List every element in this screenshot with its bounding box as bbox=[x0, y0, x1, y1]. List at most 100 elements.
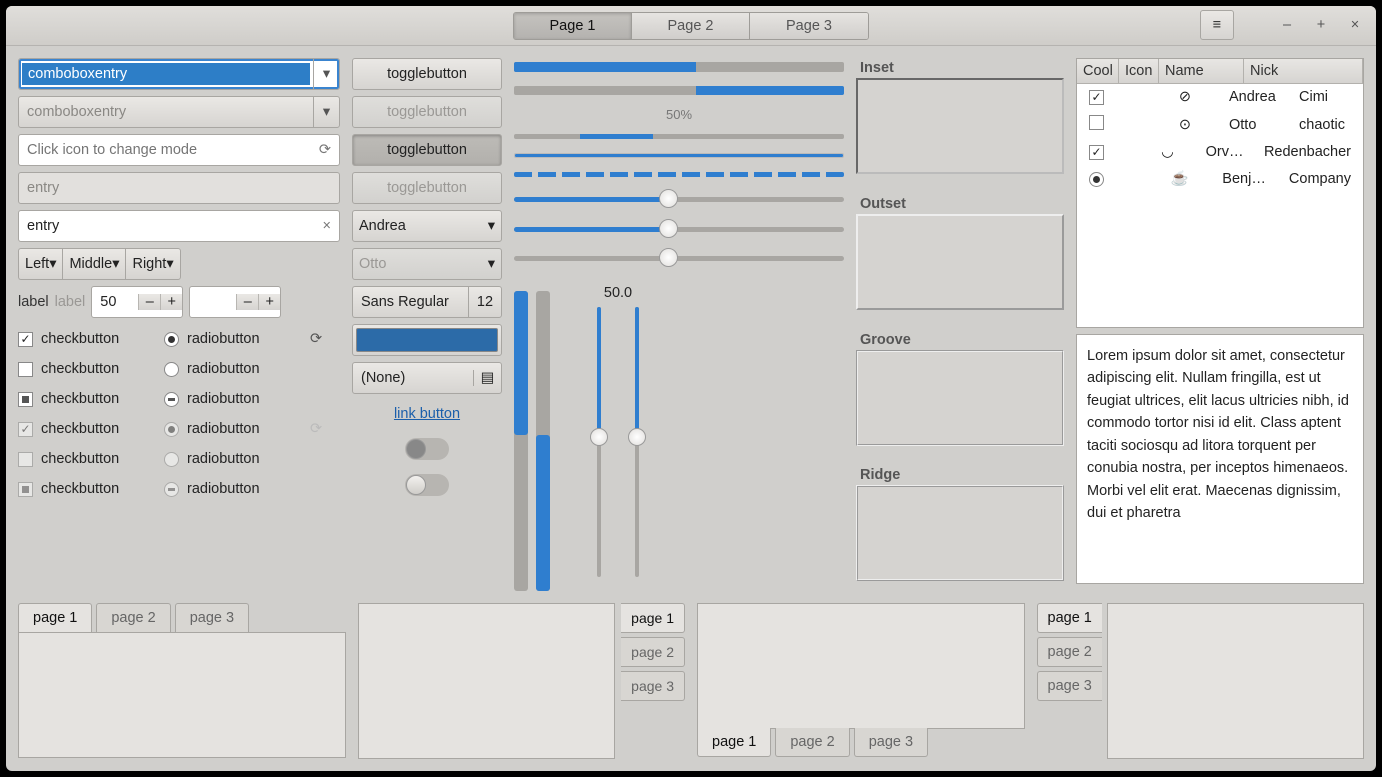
togglebutton[interactable]: togglebutton bbox=[352, 58, 502, 90]
col-name[interactable]: Name bbox=[1159, 59, 1244, 83]
hscale-marks[interactable] bbox=[514, 246, 844, 279]
treeview-header: Cool Icon Name Nick bbox=[1077, 59, 1363, 84]
checkbutton[interactable] bbox=[18, 332, 33, 347]
spin-plus[interactable]: + bbox=[160, 294, 182, 310]
progress-text: 50% bbox=[514, 107, 844, 122]
table-row[interactable]: ⊙ Otto chaotic bbox=[1077, 110, 1363, 139]
dropdown-otto: Otto▾ bbox=[352, 248, 502, 280]
segment-middle[interactable]: Middle▾ bbox=[62, 248, 125, 280]
treeview[interactable]: Cool Icon Name Nick ⊘ Andrea Cimi ⊙ bbox=[1076, 58, 1364, 328]
row-check[interactable] bbox=[1089, 115, 1104, 130]
header-tab-page3[interactable]: Page 3 bbox=[750, 13, 868, 39]
radio-label: radiobutton bbox=[187, 451, 260, 467]
checkbutton-disabled bbox=[18, 422, 33, 437]
column-frames: Inset Outset Groove Ridge bbox=[856, 58, 1064, 595]
table-row[interactable]: ☕ Benja… Company bbox=[1077, 165, 1363, 192]
entry-clearable-input[interactable] bbox=[27, 218, 323, 234]
nb-tab[interactable]: page 3 bbox=[621, 671, 685, 701]
vscale[interactable] bbox=[594, 307, 604, 577]
nb-tab[interactable]: page 2 bbox=[775, 728, 849, 757]
row-icon: ⊙ bbox=[1153, 117, 1217, 133]
spin-value[interactable]: 50 bbox=[92, 294, 138, 310]
header-tab-page1[interactable]: Page 1 bbox=[514, 13, 632, 39]
row-nick: Company bbox=[1283, 171, 1357, 187]
vscale[interactable] bbox=[632, 307, 642, 577]
close-button[interactable]: × bbox=[1338, 10, 1372, 40]
switch-on[interactable] bbox=[405, 438, 449, 460]
textview[interactable]: Lorem ipsum dolor sit amet, consectetur … bbox=[1076, 334, 1364, 584]
progressbar bbox=[514, 62, 844, 72]
entry-disabled-text: entry bbox=[27, 180, 59, 196]
top-area: comboboxentry ▾ comboboxentry ▾ ⟳ entry … bbox=[18, 58, 1364, 595]
nb-tab[interactable]: page 1 bbox=[621, 603, 685, 633]
table-row[interactable]: ◡ Orville Redenbacher bbox=[1077, 139, 1363, 165]
font-name[interactable]: Sans Regular bbox=[352, 286, 468, 318]
frame-title: Ridge bbox=[856, 465, 1064, 485]
font-button[interactable]: Sans Regular 12 bbox=[352, 286, 502, 318]
nb-tab[interactable]: page 2 bbox=[1037, 637, 1102, 667]
comboboxentry[interactable]: comboboxentry ▾ bbox=[18, 58, 340, 90]
refresh-icon[interactable]: ⟳ bbox=[319, 142, 331, 158]
clear-icon[interactable]: × bbox=[323, 218, 331, 234]
nb-tab[interactable]: page 3 bbox=[175, 603, 249, 632]
col-icon[interactable]: Icon bbox=[1119, 59, 1159, 83]
menu-button[interactable]: ≡ bbox=[1200, 10, 1234, 40]
togglebutton-active[interactable]: togglebutton bbox=[352, 134, 502, 166]
vscale-group: 50.0 bbox=[580, 285, 656, 577]
file-label: (None) bbox=[353, 370, 473, 386]
nb-tab[interactable]: page 2 bbox=[621, 637, 685, 667]
nb-tab[interactable]: page 1 bbox=[18, 603, 92, 632]
frame-outset: Outset bbox=[856, 194, 1064, 316]
radiobutton-mixed[interactable] bbox=[164, 392, 179, 407]
checkbutton-mixed[interactable] bbox=[18, 392, 33, 407]
nb-tab[interactable]: page 1 bbox=[697, 728, 771, 757]
font-size[interactable]: 12 bbox=[468, 286, 502, 318]
entry-mode-input[interactable] bbox=[27, 142, 319, 158]
row-name: Otto bbox=[1223, 117, 1287, 133]
frame-groove: Groove bbox=[856, 330, 1064, 452]
color-button[interactable] bbox=[352, 324, 502, 356]
checkbutton-disabled bbox=[18, 452, 33, 467]
radio-label: radiobutton bbox=[187, 391, 260, 407]
entry-clearable[interactable]: × bbox=[18, 210, 340, 242]
chevron-down-icon[interactable]: ▾ bbox=[313, 59, 339, 89]
row-check[interactable] bbox=[1089, 145, 1104, 160]
spin-button[interactable]: 50 – + bbox=[91, 286, 183, 318]
radiobutton[interactable] bbox=[164, 332, 179, 347]
segment-left[interactable]: Left▾ bbox=[18, 248, 62, 280]
link-button[interactable]: link button bbox=[352, 400, 502, 428]
file-chooser[interactable]: (None) ▤ bbox=[352, 362, 502, 394]
radiobutton[interactable] bbox=[164, 362, 179, 377]
hscale[interactable] bbox=[514, 217, 844, 240]
col-cool[interactable]: Cool bbox=[1077, 59, 1119, 83]
header-tab-page2[interactable]: Page 2 bbox=[632, 13, 750, 39]
row-check[interactable] bbox=[1089, 90, 1104, 105]
notebook-top: page 1 page 2 page 3 bbox=[18, 603, 346, 763]
table-row[interactable]: ⊘ Andrea Cimi bbox=[1077, 84, 1363, 110]
nb-tab[interactable]: page 2 bbox=[96, 603, 170, 632]
spinner-icon: ⟳ bbox=[310, 421, 322, 437]
label-disabled: label bbox=[55, 288, 86, 316]
entry-mode[interactable]: ⟳ bbox=[18, 134, 340, 166]
nb-body bbox=[1107, 603, 1365, 759]
comboboxentry-text[interactable]: comboboxentry bbox=[22, 63, 310, 85]
segment-right[interactable]: Right▾ bbox=[125, 248, 180, 280]
spin-minus: – bbox=[236, 294, 258, 310]
switch-off[interactable] bbox=[405, 474, 449, 496]
spin-minus[interactable]: – bbox=[138, 294, 160, 310]
nb-tab[interactable]: page 1 bbox=[1037, 603, 1102, 633]
row-radio[interactable] bbox=[1089, 172, 1104, 187]
checkbutton[interactable] bbox=[18, 362, 33, 377]
column-view: Cool Icon Name Nick ⊘ Andrea Cimi ⊙ bbox=[1076, 58, 1364, 595]
checkbutton-disabled bbox=[18, 482, 33, 497]
check-label: checkbutton bbox=[41, 361, 119, 377]
nb-tab[interactable]: page 3 bbox=[854, 728, 928, 757]
progressbar-thin bbox=[514, 134, 844, 139]
nb-tab[interactable]: page 3 bbox=[1037, 671, 1102, 701]
maximize-button[interactable]: + bbox=[1304, 10, 1338, 40]
dropdown-andrea[interactable]: Andrea▾ bbox=[352, 210, 502, 242]
hscale[interactable] bbox=[514, 187, 844, 210]
minimize-button[interactable]: – bbox=[1270, 10, 1304, 40]
vertical-bars bbox=[514, 285, 550, 595]
col-nick[interactable]: Nick bbox=[1244, 59, 1363, 83]
